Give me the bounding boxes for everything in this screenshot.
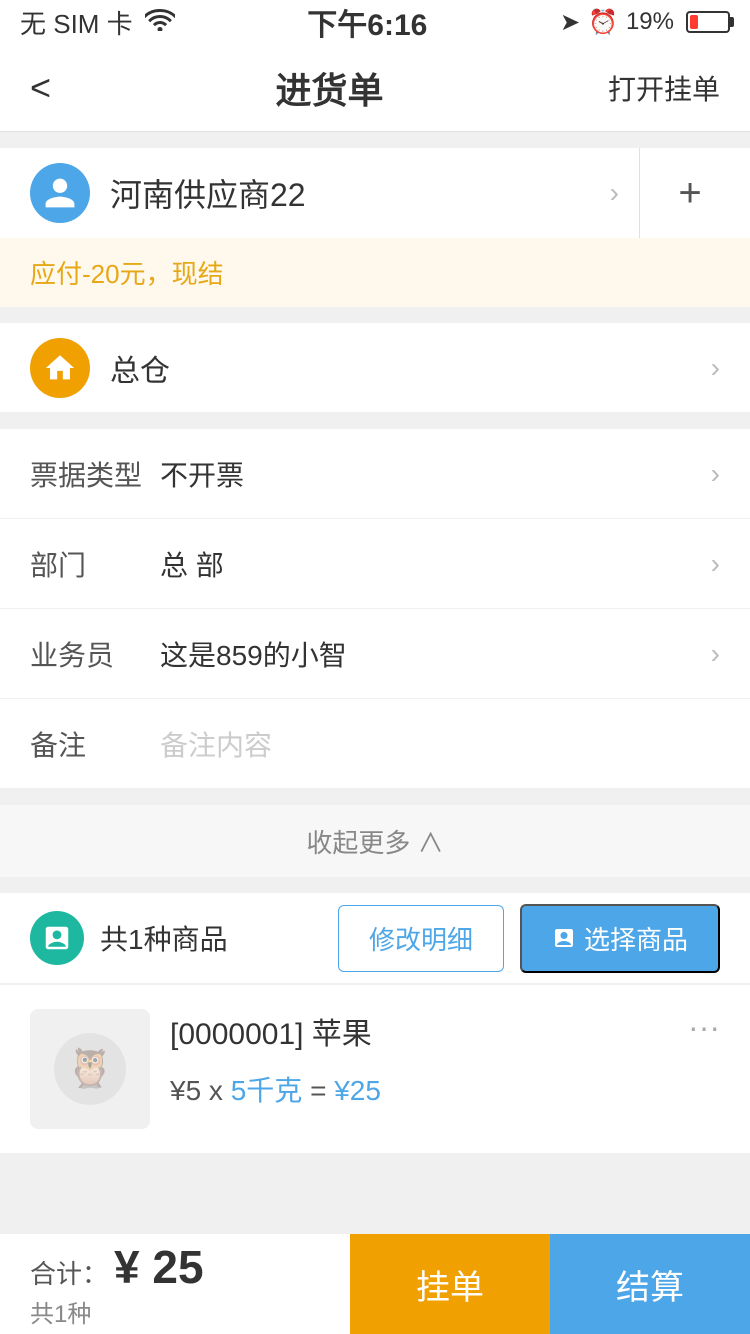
product-header: 共1种商品 修改明细 选择商品: [0, 893, 750, 983]
unit-price: ¥5 x: [170, 1075, 231, 1106]
status-bar: 无 SIM 卡 下午6:16 ➤ ⏰ 19%: [0, 0, 750, 44]
product-card: 🦉 [0000001] 苹果 ¥5 x 5千克 = ¥25 ···: [0, 985, 750, 1153]
warehouse-row[interactable]: 总仓 ›: [0, 323, 750, 413]
product-thumbnail: 🦉: [30, 1009, 150, 1129]
divider-1: [0, 307, 750, 323]
equals-sign: =: [310, 1075, 334, 1106]
dept-label: 部门: [30, 544, 150, 584]
svg-text:🦉: 🦉: [66, 1047, 114, 1090]
staff-row[interactable]: 业务员 这是859的小智 ›: [0, 609, 750, 699]
supplier-chevron: ›: [610, 177, 619, 209]
notice-text: 应付-20元，现结: [30, 259, 224, 289]
total-label: 合计：: [30, 1254, 108, 1291]
divider-4: [0, 877, 750, 893]
total-amount: ¥ 25: [114, 1240, 204, 1294]
hang-button[interactable]: 挂单: [350, 1234, 550, 1334]
total-price: ¥25: [334, 1075, 381, 1106]
product-name: [0000001] 苹果: [170, 1009, 678, 1053]
product-more-button[interactable]: ···: [688, 1009, 720, 1046]
warehouse-chevron: ›: [711, 352, 720, 384]
status-time: 下午6:16: [307, 0, 427, 44]
dept-row[interactable]: 部门 总 部 ›: [0, 519, 750, 609]
remark-row[interactable]: 备注 备注内容: [0, 699, 750, 789]
page-title: 进货单: [276, 62, 384, 114]
add-button[interactable]: +: [660, 148, 720, 238]
top-divider: [0, 132, 750, 148]
invoice-row[interactable]: 票据类型 不开票 ›: [0, 429, 750, 519]
settle-button[interactable]: 结算: [550, 1234, 750, 1334]
warehouse-name: 总仓: [110, 346, 711, 390]
carrier-label: 无 SIM 卡: [20, 4, 133, 41]
staff-label: 业务员: [30, 634, 150, 674]
invoice-label: 票据类型: [30, 454, 150, 494]
open-pending-button[interactable]: 打开挂单: [608, 68, 720, 108]
footer: 合计： ¥ 25 共1种 挂单 结算: [0, 1234, 750, 1334]
select-product-button[interactable]: 选择商品: [520, 904, 720, 973]
divider-3: [0, 789, 750, 805]
status-left: 无 SIM 卡: [20, 4, 175, 41]
supplier-selector[interactable]: 河南供应商22 ›: [30, 148, 640, 238]
back-button[interactable]: <: [30, 67, 51, 109]
select-product-label: 选择商品: [584, 920, 688, 957]
remark-input[interactable]: 备注内容: [150, 724, 720, 764]
product-title: 苹果: [312, 1018, 372, 1051]
nav-bar: < 进货单 打开挂单: [0, 44, 750, 132]
warehouse-icon: [30, 338, 90, 398]
notice-bar: 应付-20元，现结: [0, 238, 750, 307]
product-code: [0000001]: [170, 1018, 312, 1051]
item-count-label: 共1种: [30, 1294, 320, 1329]
qty-label: 5千克: [231, 1075, 303, 1106]
total-amount-row: 合计： ¥ 25: [30, 1240, 320, 1294]
staff-chevron: ›: [711, 638, 720, 670]
battery-icon: [686, 11, 730, 33]
product-price-row: ¥5 x 5千克 = ¥25: [170, 1069, 678, 1109]
staff-value: 这是859的小智: [150, 634, 711, 674]
collapse-row[interactable]: 收起更多 ∧: [0, 805, 750, 877]
remark-label: 备注: [30, 724, 150, 764]
supplier-name: 河南供应商22: [110, 170, 610, 216]
location-icon: ➤: [560, 8, 580, 37]
supplier-section: 河南供应商22 › +: [0, 148, 750, 238]
dept-value: 总 部: [150, 544, 711, 584]
edit-detail-button[interactable]: 修改明细: [338, 905, 504, 972]
product-info: [0000001] 苹果 ¥5 x 5千克 = ¥25: [170, 1009, 678, 1109]
product-count: 共1种商品: [100, 918, 338, 958]
status-right: ➤ ⏰ 19%: [560, 8, 730, 37]
supplier-avatar: [30, 163, 90, 223]
product-icon: [30, 911, 84, 965]
collapse-label: 收起更多 ∧: [306, 823, 443, 860]
divider-2: [0, 413, 750, 429]
invoice-value: 不开票: [150, 454, 711, 494]
battery-percent: 19%: [626, 8, 674, 36]
alarm-icon: ⏰: [588, 8, 618, 37]
footer-total: 合计： ¥ 25 共1种: [0, 1240, 350, 1329]
invoice-chevron: ›: [711, 458, 720, 490]
wifi-icon: [145, 7, 175, 38]
dept-chevron: ›: [711, 548, 720, 580]
